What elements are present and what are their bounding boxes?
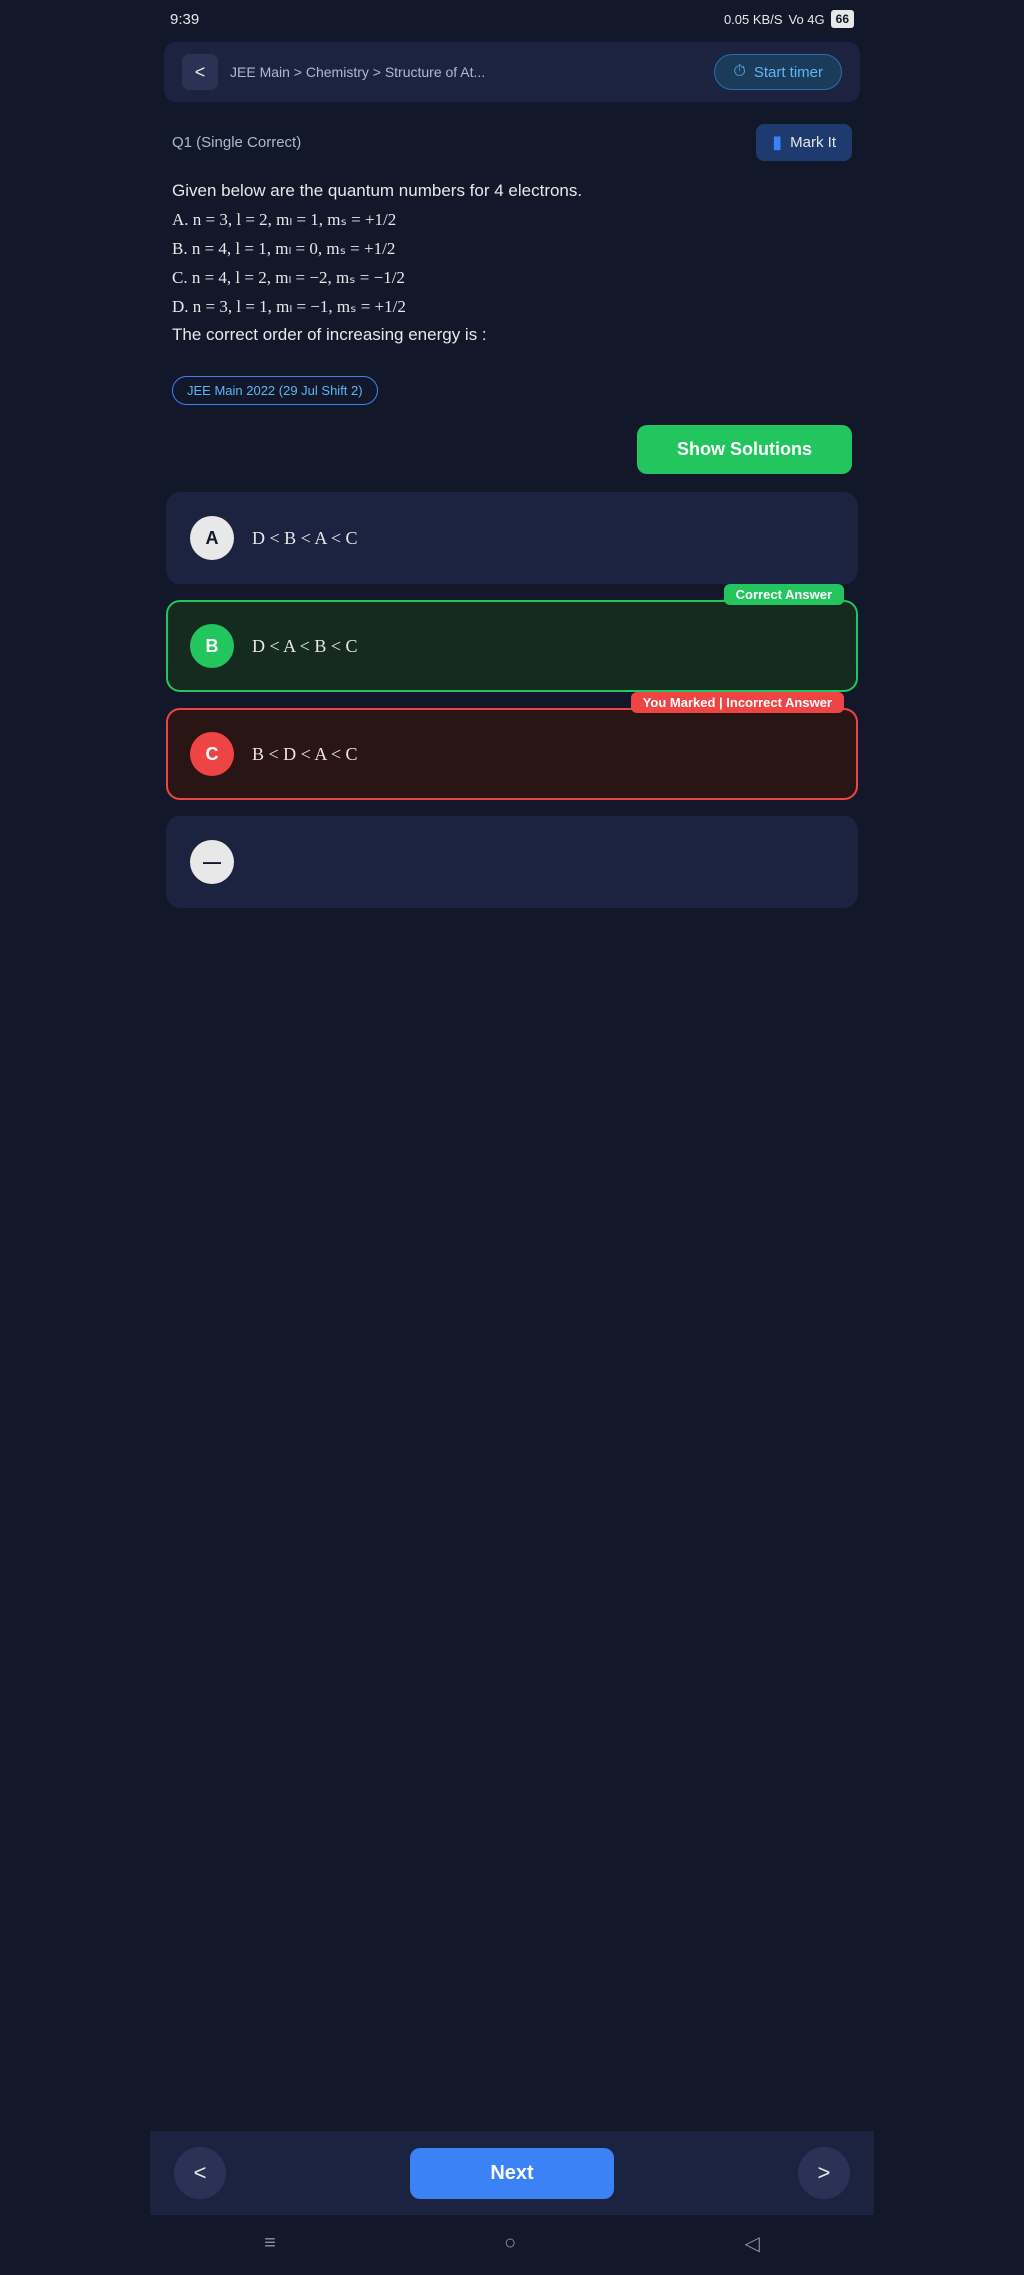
start-timer-label: Start timer (754, 64, 823, 81)
option-circle-c: C (190, 732, 234, 776)
mark-it-label: Mark It (790, 134, 836, 151)
question-line-d: D. n = 3, l = 1, mₗ = −1, mₛ = +1/2 (172, 293, 852, 322)
options-area: A D < B < A < C Correct Answer B D < A <… (150, 492, 874, 924)
next-button[interactable]: Next (410, 2148, 613, 2199)
menu-icon: ≡ (264, 2232, 276, 2255)
incorrect-badge: You Marked | Incorrect Answer (631, 692, 844, 713)
question-end: The correct order of increasing energy i… (172, 321, 852, 350)
option-wrapper-d: — (166, 816, 858, 908)
question-header: Q1 (Single Correct) ▮ Mark It (150, 110, 874, 169)
option-card-b[interactable]: B D < A < B < C (166, 600, 858, 692)
system-bar: ≡ ○ ◁ (150, 2215, 874, 2275)
header-left: < JEE Main > Chemistry > Structure of At… (182, 54, 485, 90)
bookmark-icon: ▮ (772, 132, 782, 153)
option-wrapper-c: You Marked | Incorrect Answer C B < D < … (166, 708, 858, 800)
question-line-a: A. n = 3, l = 2, mₗ = 1, mₛ = +1/2 (172, 206, 852, 235)
question-intro: Given below are the quantum numbers for … (172, 177, 852, 206)
breadcrumb: JEE Main > Chemistry > Structure of At..… (230, 64, 485, 80)
header: < JEE Main > Chemistry > Structure of At… (164, 42, 860, 102)
option-text-c: B < D < A < C (252, 744, 357, 765)
question-line-c: C. n = 4, l = 2, mₗ = −2, mₛ = −1/2 (172, 264, 852, 293)
network: Vo 4G (789, 12, 825, 27)
option-circle-b: B (190, 624, 234, 668)
question-label: Q1 (Single Correct) (172, 134, 301, 151)
back-icon: ◁ (744, 2231, 759, 2256)
option-card-a[interactable]: A D < B < A < C (166, 492, 858, 584)
incorrect-badge-wrap: You Marked | Incorrect Answer (631, 694, 844, 712)
timer-icon: ⏱ (733, 63, 745, 81)
question-body: Given below are the quantum numbers for … (150, 169, 874, 362)
bottom-nav: < Next > (150, 2131, 874, 2215)
prev-button[interactable]: < (174, 2147, 226, 2199)
back-button[interactable]: < (182, 54, 218, 90)
correct-badge-wrap: Correct Answer (724, 586, 844, 604)
mark-it-button[interactable]: ▮ Mark It (756, 124, 852, 161)
option-wrapper-b: Correct Answer B D < A < B < C (166, 600, 858, 692)
question-line-b: B. n = 4, l = 1, mₗ = 0, mₛ = +1/2 (172, 235, 852, 264)
battery: 66 (831, 10, 854, 28)
correct-badge: Correct Answer (724, 584, 844, 605)
jee-tag: JEE Main 2022 (29 Jul Shift 2) (150, 362, 874, 415)
option-card-d[interactable]: — (166, 816, 858, 908)
next-arrow-button[interactable]: > (798, 2147, 850, 2199)
option-text-a: D < B < A < C (252, 528, 357, 549)
option-wrapper-a: A D < B < A < C (166, 492, 858, 584)
tag-badge-label: JEE Main 2022 (29 Jul Shift 2) (172, 376, 378, 405)
show-solutions-wrap: Show Solutions (150, 415, 874, 492)
start-timer-button[interactable]: ⏱ Start timer (714, 54, 842, 90)
option-text-b: D < A < B < C (252, 636, 357, 657)
option-circle-a: A (190, 516, 234, 560)
status-bar: 9:39 0.05 KB/S Vo 4G 66 (150, 0, 874, 34)
show-solutions-button[interactable]: Show Solutions (637, 425, 852, 474)
time: 9:39 (170, 11, 199, 28)
speed: 0.05 KB/S (724, 12, 783, 27)
option-card-c[interactable]: C B < D < A < C (166, 708, 858, 800)
option-circle-d: — (190, 840, 234, 884)
home-icon: ○ (504, 2232, 516, 2255)
